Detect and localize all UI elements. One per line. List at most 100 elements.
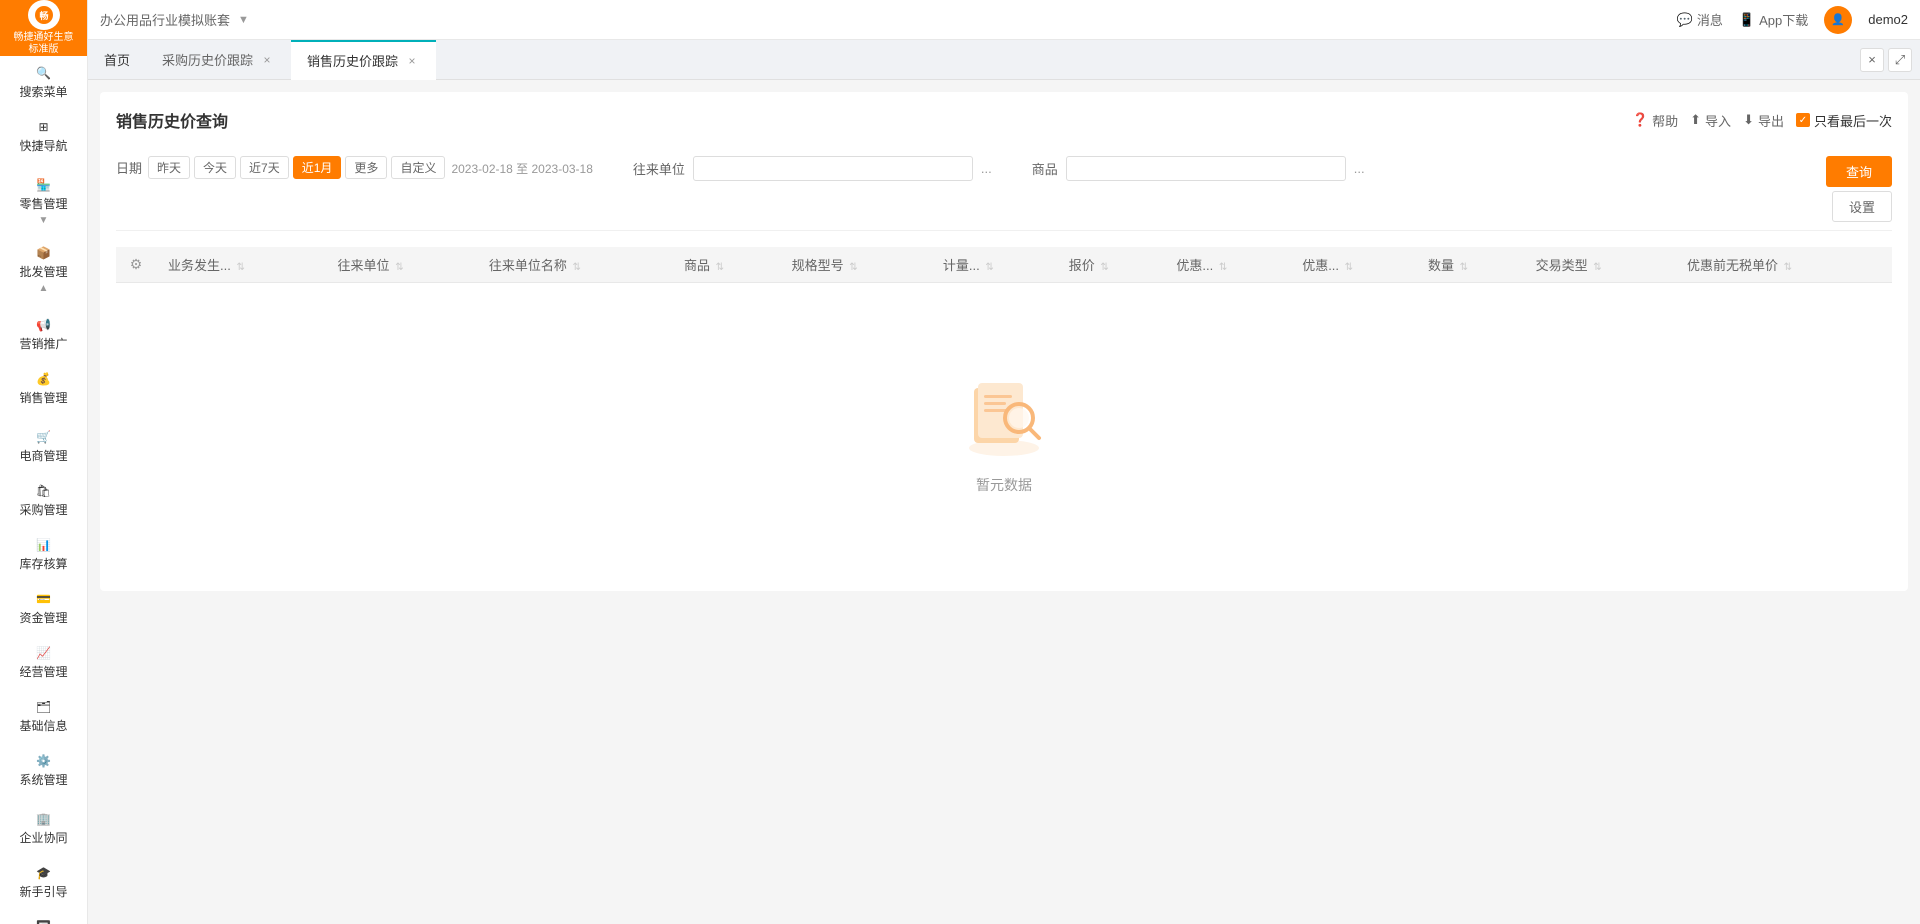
sidebar-item-label: 营销推广: [19, 335, 67, 352]
sort-icon: ⇅: [1100, 262, 1108, 273]
th-biz-date-label: 业务发生...: [168, 258, 231, 273]
date-btn-1month[interactable]: 近1月: [293, 156, 342, 179]
sidebar-item-inventory[interactable]: 📊 库存核算: [0, 528, 88, 582]
product-filter-group: 商品 ...: [1032, 156, 1365, 181]
date-btn-today[interactable]: 今天: [194, 156, 236, 179]
th-unit-label: 计量...: [943, 258, 980, 273]
date-btn-more[interactable]: 更多: [345, 156, 387, 179]
main-area: 办公用品行业模拟账套 ▼ 💬 消息 📱 App下载 👤 demo2 首页 采购历…: [88, 0, 1920, 924]
table-header-row: ⚙ 业务发生... ⇅ 往来单位 ⇅ 往来单位名称: [116, 247, 1892, 283]
search-icon: 🔍: [36, 66, 51, 80]
message-btn[interactable]: 💬 消息: [1677, 10, 1723, 29]
app-download-btn[interactable]: 📱 App下载: [1739, 10, 1808, 29]
sidebar-item-retail[interactable]: 🏪 零售管理 ▼: [0, 168, 88, 236]
svg-text:畅: 畅: [39, 10, 48, 21]
tab-sales-close-btn[interactable]: ×: [404, 53, 420, 69]
guide-icon: 🎓: [36, 866, 51, 880]
sidebar-item-system[interactable]: ⚙️ 系统管理: [0, 744, 88, 798]
sidebar-item-purchase[interactable]: 🛍 采购管理: [0, 474, 88, 528]
sidebar-item-search[interactable]: 🔍 搜索菜单: [0, 56, 88, 110]
sidebar-item-apps[interactable]: 🔲 应用中心: [0, 910, 88, 924]
close-all-tabs-btn[interactable]: ×: [1860, 48, 1884, 72]
sidebar-item-sales[interactable]: 💰 销售管理: [0, 362, 88, 416]
th-product[interactable]: 商品 ⇅: [672, 247, 780, 283]
product-dots: ...: [1354, 161, 1365, 176]
logo-text: 畅捷通好生意 标准版: [14, 32, 74, 56]
product-filter-input[interactable]: [1066, 156, 1346, 181]
date-btn-custom[interactable]: 自定义: [391, 156, 445, 179]
page-actions: ❓ 帮助 ⬆ 导入 ⬇ 导出 只看最后一次: [1632, 111, 1892, 130]
export-btn[interactable]: ⬇ 导出: [1743, 111, 1784, 130]
empty-state: 暂元数据: [116, 283, 1892, 575]
sidebar-item-marketing[interactable]: 📢 营销推广: [0, 308, 88, 362]
import-btn[interactable]: ⬆ 导入: [1690, 111, 1731, 130]
sort-icon: ⇅: [1219, 262, 1227, 273]
topbar: 办公用品行业模拟账套 ▼ 💬 消息 📱 App下载 👤 demo2: [88, 0, 1920, 40]
sort-icon: ⇅: [1345, 262, 1353, 273]
th-biz-date[interactable]: 业务发生... ⇅: [156, 247, 326, 283]
search-button[interactable]: 查询: [1826, 156, 1892, 187]
sort-icon: ⇅: [1460, 262, 1468, 273]
th-gear[interactable]: ⚙: [116, 247, 156, 283]
message-icon: 💬: [1677, 12, 1693, 28]
tab-home[interactable]: 首页: [88, 40, 146, 80]
th-trade-type[interactable]: 交易类型 ⇅: [1524, 247, 1675, 283]
sidebar-item-guide[interactable]: 🎓 新手引导: [0, 856, 88, 910]
tabbar: 首页 采购历史价跟踪 × 销售历史价跟踪 × × ⤢: [88, 40, 1920, 80]
sidebar-item-basic[interactable]: 🗂 基础信息: [0, 690, 88, 744]
sidebar-item-wholesale[interactable]: 📦 批发管理 ▲: [0, 236, 88, 304]
th-price-label: 报价: [1069, 258, 1095, 273]
th-unit[interactable]: 计量... ⇅: [931, 247, 1057, 283]
empty-state-text: 暂元数据: [976, 475, 1032, 495]
sort-icon: ⇅: [236, 262, 244, 273]
date-filter-label: 日期: [116, 158, 142, 177]
tab-purchase-history[interactable]: 采购历史价跟踪 ×: [146, 40, 291, 80]
sidebar-item-quick-nav[interactable]: ⊞ 快捷导航: [0, 110, 88, 164]
sort-icon: ⇅: [849, 262, 857, 273]
tab-sales-history[interactable]: 销售历史价跟踪 ×: [291, 40, 436, 80]
sidebar-item-enterprise[interactable]: 🏢 企业协同: [0, 802, 88, 856]
sidebar-item-label: 系统管理: [19, 771, 67, 788]
date-filter-group: 日期 昨天 今天 近7天 近1月 更多 自定义 2023-02-18 至 202…: [116, 156, 593, 179]
settings-button[interactable]: 设置: [1832, 191, 1892, 222]
help-label: 帮助: [1652, 111, 1678, 130]
page-header: 销售历史价查询 ❓ 帮助 ⬆ 导入 ⬇ 导出: [116, 108, 1892, 132]
th-quantity[interactable]: 数量 ⇅: [1416, 247, 1524, 283]
th-partner-name[interactable]: 往来单位名称 ⇅: [477, 247, 672, 283]
wholesale-icon: 📦: [36, 246, 51, 260]
th-discount2[interactable]: 优惠... ⇅: [1290, 247, 1416, 283]
only-last-checkbox-label[interactable]: 只看最后一次: [1796, 111, 1892, 130]
sales-icon: 💰: [36, 372, 51, 386]
message-label: 消息: [1697, 10, 1723, 29]
th-pre-tax-price-label: 优惠前无税单价: [1687, 258, 1778, 273]
page-title: 销售历史价查询: [116, 108, 228, 132]
tab-purchase-close-btn[interactable]: ×: [259, 52, 275, 68]
th-trade-type-label: 交易类型: [1536, 258, 1588, 273]
sidebar-item-ecommerce[interactable]: 🛒 电商管理: [0, 420, 88, 474]
apps-icon: 🔲: [36, 920, 51, 924]
help-btn[interactable]: ❓ 帮助: [1632, 111, 1678, 130]
sidebar-logo: 畅 畅捷通好生意 标准版: [0, 0, 88, 56]
sidebar-item-label: 新手引导: [19, 883, 67, 900]
th-pre-tax-price[interactable]: 优惠前无税单价 ⇅: [1675, 247, 1892, 283]
sort-icon: ⇅: [985, 262, 993, 273]
date-btn-yesterday[interactable]: 昨天: [148, 156, 190, 179]
avatar[interactable]: 👤: [1824, 6, 1852, 34]
sidebar-item-label: 销售管理: [19, 389, 67, 406]
partner-filter-input[interactable]: [693, 156, 973, 181]
date-btn-7days[interactable]: 近7天: [240, 156, 289, 179]
sidebar-item-label: 企业协同: [19, 829, 67, 846]
only-last-checkbox[interactable]: [1796, 113, 1810, 127]
sidebar-item-operations[interactable]: 📈 经营管理: [0, 636, 88, 690]
sidebar-item-finance[interactable]: 💳 资金管理: [0, 582, 88, 636]
th-partner-code[interactable]: 往来单位 ⇅: [326, 247, 477, 283]
sort-icon: ⇅: [1593, 262, 1601, 273]
partner-filter-label: 往来单位: [633, 159, 685, 178]
maximize-btn[interactable]: ⤢: [1888, 48, 1912, 72]
sidebar-item-label: 资金管理: [19, 609, 67, 626]
th-discount1[interactable]: 优惠... ⇅: [1164, 247, 1290, 283]
th-price[interactable]: 报价 ⇅: [1057, 247, 1165, 283]
account-selector[interactable]: 办公用品行业模拟账套 ▼: [100, 10, 249, 29]
th-spec[interactable]: 规格型号 ⇅: [780, 247, 931, 283]
gear-icon[interactable]: ⚙: [130, 256, 143, 272]
